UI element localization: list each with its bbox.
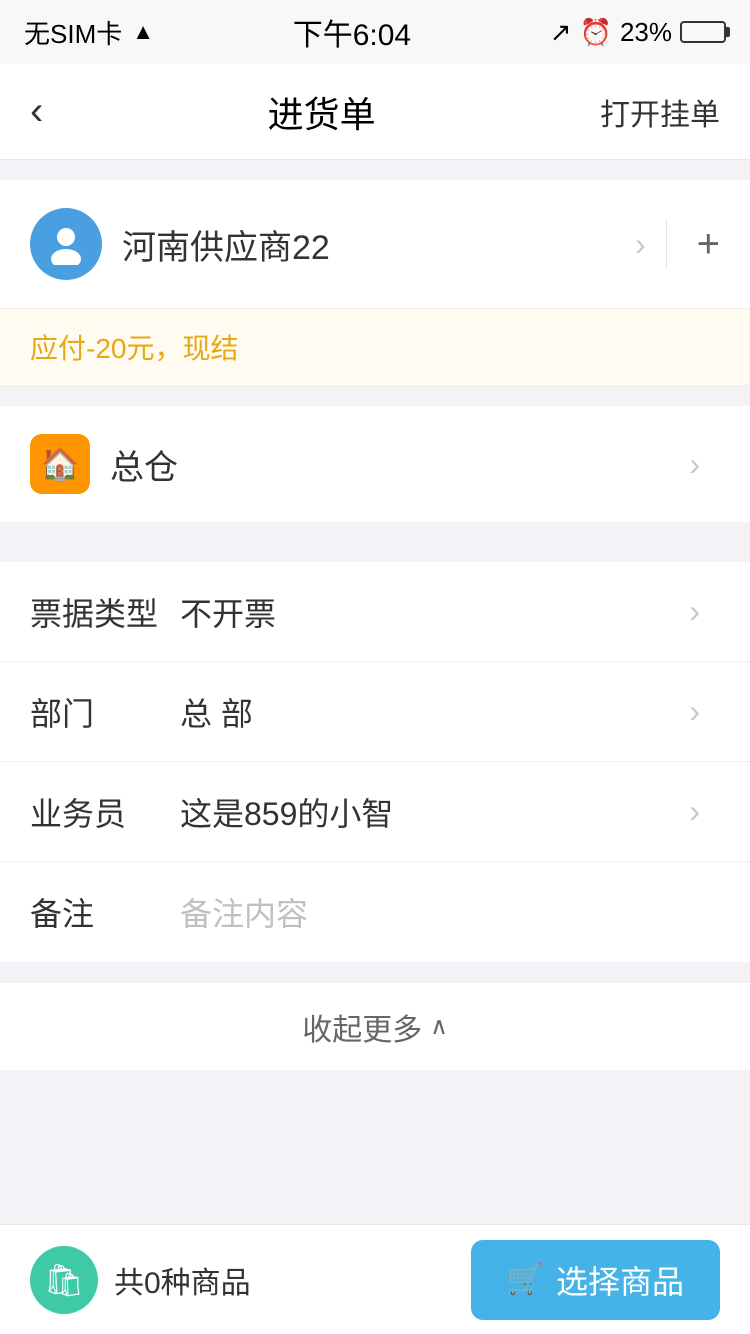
status-right: ↗ ⏰ 23%	[550, 17, 726, 48]
salesperson-label: 业务员	[30, 789, 170, 835]
invoice-type-label: 票据类型	[30, 589, 170, 635]
back-button[interactable]: ‹	[30, 89, 43, 134]
form-row-salesperson[interactable]: 业务员 这是859的小智 ›	[0, 762, 750, 862]
remark-label: 备注	[30, 889, 170, 935]
status-bar: 无SIM卡 ▲ 下午6:04 ↗ ⏰ 23%	[0, 0, 750, 64]
supplier-row[interactable]: 河南供应商22 › +	[0, 180, 750, 309]
select-product-icon: 🛒	[507, 1262, 544, 1297]
form-row-department[interactable]: 部门 总 部 ›	[0, 662, 750, 762]
salesperson-chevron: ›	[689, 793, 700, 830]
product-icon-circle: 🛍	[30, 1246, 98, 1314]
warehouse-icon: 🏠	[30, 434, 90, 494]
status-time: 下午6:04	[293, 10, 411, 54]
house-icon: 🏠	[40, 445, 80, 483]
department-value: 总 部	[170, 689, 689, 735]
warehouse-row[interactable]: 🏠 总仓 ›	[0, 406, 750, 522]
notice-bar: 应付-20元，现结	[0, 309, 750, 386]
department-chevron: ›	[689, 693, 700, 730]
department-label: 部门	[30, 689, 170, 735]
avatar	[30, 208, 102, 280]
battery-icon	[680, 21, 726, 43]
warehouse-chevron-icon: ›	[689, 446, 700, 483]
shopping-bag-icon: 🛍	[44, 1261, 85, 1299]
carrier-text: 无SIM卡	[24, 14, 122, 51]
main-content: 河南供应商22 › + 应付-20元，现结 🏠 总仓 › 票据类型 不开票 ›	[0, 160, 750, 1200]
divider	[666, 219, 667, 269]
select-product-button[interactable]: 🛒 选择商品	[471, 1240, 720, 1320]
collapse-arrow-icon: ∧	[430, 1012, 448, 1041]
select-product-label: 选择商品	[556, 1257, 684, 1303]
section-gap-1	[0, 160, 750, 180]
invoice-type-chevron: ›	[689, 593, 700, 630]
person-icon	[45, 223, 87, 265]
section-gap-3	[0, 522, 750, 542]
alarm-icon: ⏰	[580, 17, 612, 48]
section-gap-4	[0, 1070, 750, 1090]
collapse-toggle[interactable]: 收起更多 ∧	[302, 1005, 448, 1049]
nav-bar: ‹ 进货单 打开挂单	[0, 64, 750, 160]
warehouse-name: 总仓	[110, 440, 689, 489]
add-button[interactable]: +	[697, 222, 720, 267]
product-count-text: 共0种商品	[114, 1258, 251, 1302]
warehouse-section: 🏠 总仓 ›	[0, 406, 750, 522]
notice-text: 应付-20元，现结	[30, 333, 238, 364]
battery-text: 23%	[620, 17, 672, 48]
collapse-label: 收起更多	[302, 1005, 422, 1049]
bottom-bar: 🛍 共0种商品 🛒 选择商品	[0, 1224, 750, 1334]
supplier-section: 河南供应商22 › + 应付-20元，现结	[0, 180, 750, 386]
chevron-right-icon: ›	[635, 226, 646, 263]
collapse-bar[interactable]: 收起更多 ∧	[0, 982, 750, 1070]
location-icon: ↗	[550, 17, 572, 48]
salesperson-value: 这是859的小智	[170, 789, 689, 835]
invoice-type-value: 不开票	[170, 589, 689, 635]
status-carrier: 无SIM卡 ▲	[24, 14, 154, 51]
remark-placeholder: 备注内容	[170, 889, 720, 935]
form-row-remark[interactable]: 备注 备注内容	[0, 862, 750, 962]
supplier-name: 河南供应商22	[122, 220, 635, 269]
open-pending-button[interactable]: 打开挂单	[600, 90, 720, 134]
form-section: 票据类型 不开票 › 部门 总 部 › 业务员 这是859的小智 › 备注 备注…	[0, 562, 750, 962]
form-row-invoice[interactable]: 票据类型 不开票 ›	[0, 562, 750, 662]
product-count-area: 🛍 共0种商品	[30, 1246, 471, 1314]
page-title: 进货单	[268, 86, 376, 138]
section-gap-2	[0, 386, 750, 406]
wifi-icon: ▲	[132, 19, 154, 45]
